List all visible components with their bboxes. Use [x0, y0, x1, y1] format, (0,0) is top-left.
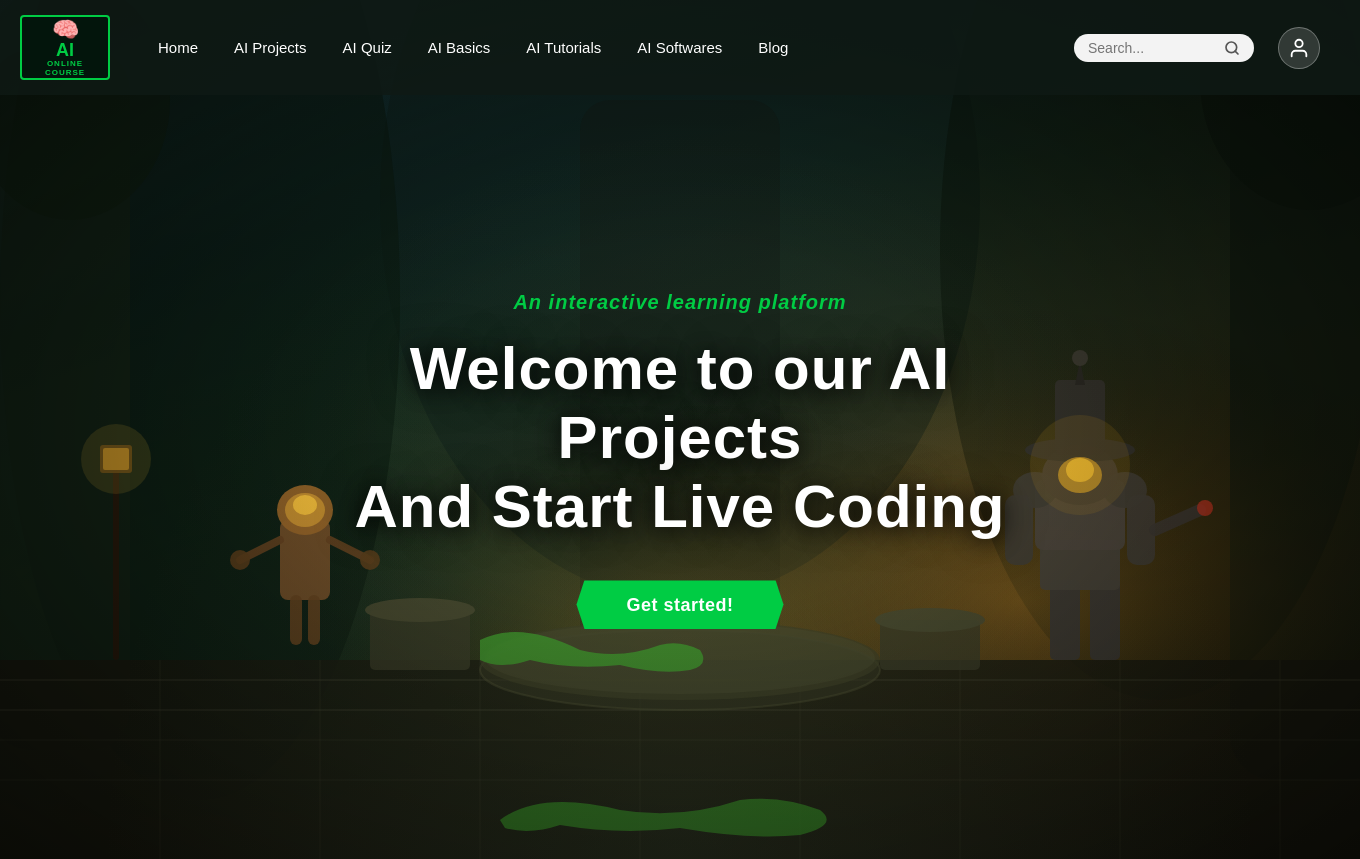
- search-icon: [1224, 40, 1240, 56]
- hero-content: An interactive learning platform Welcome…: [340, 290, 1020, 629]
- nav-links: Home AI Projects AI Quiz AI Basics AI Tu…: [140, 31, 1064, 64]
- nav-item-blog[interactable]: Blog: [740, 31, 806, 64]
- svg-point-23: [480, 630, 880, 710]
- svg-rect-32: [103, 448, 129, 470]
- hero-subtitle: An interactive learning platform: [340, 290, 1020, 313]
- svg-point-49: [1103, 472, 1147, 508]
- search-button[interactable]: [1224, 40, 1240, 56]
- svg-line-38: [240, 540, 280, 560]
- get-started-button[interactable]: Get started!: [576, 580, 783, 629]
- svg-line-60: [1155, 510, 1200, 530]
- navbar: 🧠 AI ONLINE COURSE Home AI Projects AI Q…: [0, 0, 1360, 95]
- svg-point-37: [293, 495, 317, 515]
- search-input[interactable]: [1088, 40, 1216, 56]
- svg-point-56: [1072, 350, 1088, 366]
- svg-rect-3: [0, 50, 130, 750]
- hero-title: Welcome to our AI Projects And Start Liv…: [340, 333, 1020, 540]
- svg-rect-46: [1040, 540, 1120, 590]
- hero-title-line1: Welcome to our AI Projects: [410, 334, 950, 470]
- nav-item-home[interactable]: Home: [140, 31, 216, 64]
- logo-box: 🧠 AI ONLINE COURSE: [20, 15, 110, 80]
- svg-point-65: [1295, 39, 1302, 46]
- svg-rect-31: [100, 445, 132, 473]
- svg-rect-5: [1230, 30, 1360, 780]
- svg-point-33: [81, 424, 151, 494]
- svg-point-35: [277, 485, 333, 535]
- svg-point-61: [1197, 500, 1213, 516]
- nav-item-ai-basics[interactable]: AI Basics: [410, 31, 509, 64]
- nav-item-ai-projects[interactable]: AI Projects: [216, 31, 325, 64]
- svg-point-52: [1042, 445, 1118, 505]
- svg-rect-44: [1050, 580, 1080, 660]
- svg-point-58: [1066, 458, 1094, 482]
- svg-rect-43: [308, 595, 320, 645]
- logo-course-text: COURSE: [45, 68, 85, 77]
- nav-item-ai-softwares[interactable]: AI Softwares: [619, 31, 740, 64]
- svg-rect-47: [1035, 480, 1125, 550]
- logo-ai-text: AI: [56, 41, 74, 59]
- svg-rect-10: [0, 660, 1360, 859]
- hero-title-line2: And Start Live Coding: [355, 472, 1006, 539]
- svg-rect-54: [1055, 380, 1105, 455]
- svg-point-36: [285, 493, 325, 527]
- svg-rect-51: [1127, 495, 1155, 565]
- svg-point-25: [485, 622, 875, 694]
- logo[interactable]: 🧠 AI ONLINE COURSE: [20, 15, 110, 80]
- svg-point-59: [1030, 415, 1130, 515]
- svg-marker-55: [1075, 360, 1085, 385]
- svg-rect-30: [113, 460, 119, 660]
- svg-point-40: [230, 550, 250, 570]
- nav-item-ai-quiz[interactable]: AI Quiz: [325, 31, 410, 64]
- svg-rect-42: [290, 595, 302, 645]
- user-icon: [1288, 37, 1310, 59]
- logo-brain-icon: 🧠: [52, 19, 79, 41]
- svg-point-57: [1058, 457, 1102, 493]
- user-account-button[interactable]: [1278, 27, 1320, 69]
- logo-online-text: ONLINE: [47, 59, 83, 68]
- svg-point-53: [1025, 438, 1135, 462]
- search-container: [1074, 34, 1254, 62]
- nav-item-ai-tutorials[interactable]: AI Tutorials: [508, 31, 619, 64]
- svg-rect-34: [280, 520, 330, 600]
- svg-point-24: [480, 620, 880, 700]
- svg-rect-45: [1090, 580, 1120, 660]
- svg-line-64: [1235, 51, 1238, 54]
